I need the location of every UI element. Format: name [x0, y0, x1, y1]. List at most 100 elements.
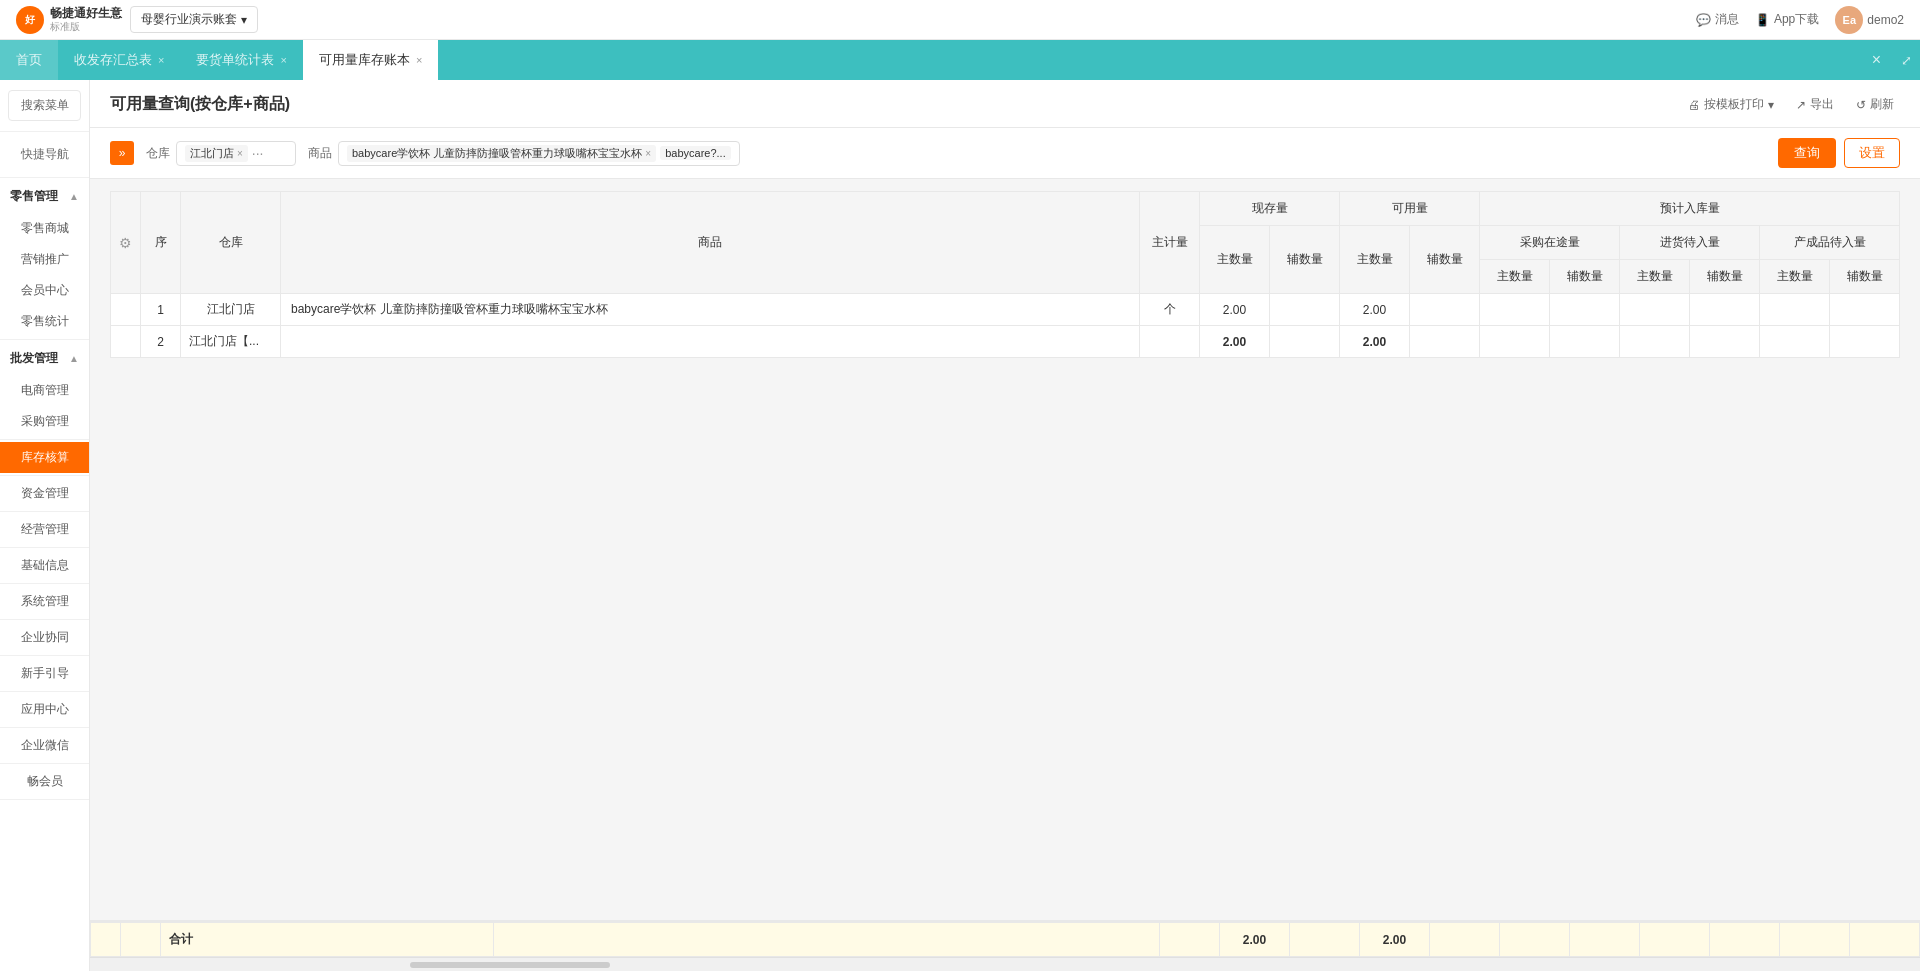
row1-num: 1	[141, 294, 181, 326]
footer-num-col	[121, 923, 161, 957]
row2-production-main	[1760, 326, 1830, 358]
page-title-row: 可用量查询(按仓库+商品) 🖨 按模板打印 ▾ ↗ 导出 ↺ 刷新	[110, 92, 1900, 127]
user-name: demo2	[1867, 13, 1904, 27]
close-inventory-tab[interactable]: ×	[416, 54, 422, 66]
sidebar-item-member2[interactable]: 畅会员	[0, 766, 89, 797]
sidebar-item-appstore[interactable]: 应用中心	[0, 694, 89, 725]
footer-settings-col	[91, 923, 121, 957]
th-inbound-aux: 辅数量	[1690, 260, 1760, 294]
th-main-unit: 主计量	[1140, 192, 1200, 294]
sidebar-item-online-store[interactable]: 零售商城	[0, 213, 89, 244]
sidebar-section-appstore: 应用中心	[0, 692, 89, 728]
table-wrapper: ⚙ 序 仓库 商品 主计量 现存量 可用量 预计入库量 主数量 辅数量 主数量	[90, 179, 1920, 920]
tab-home[interactable]: 首页	[0, 40, 58, 80]
footer-available-aux	[1430, 923, 1500, 957]
sidebar-item-wecom[interactable]: 企业微信	[0, 730, 89, 761]
sidebar-section-retail-header[interactable]: 零售管理 ▲	[0, 180, 89, 213]
print-icon: 🖨	[1688, 98, 1700, 112]
print-label: 按模板打印	[1704, 96, 1764, 113]
row2-purchase-main	[1480, 326, 1550, 358]
th-inbound-pending: 进货待入量	[1620, 226, 1760, 260]
row1-available-aux	[1410, 294, 1480, 326]
row1-settings	[111, 294, 141, 326]
app-download-label: App下载	[1774, 11, 1819, 28]
close-all-tabs-button[interactable]: ×	[1860, 40, 1893, 80]
filter-actions: 查询 设置	[1778, 138, 1900, 168]
query-button[interactable]: 查询	[1778, 138, 1836, 168]
warehouse-filter-input[interactable]: 江北门店 × ···	[176, 141, 296, 166]
sidebar-item-ecommerce[interactable]: 电商管理	[0, 375, 89, 406]
footer-current-main: 2.00	[1220, 923, 1290, 957]
horizontal-scrollbar[interactable]	[90, 957, 1920, 971]
sidebar-item-retail-stats[interactable]: 零售统计	[0, 306, 89, 337]
footer-label: 合计	[161, 923, 494, 957]
th-settings: ⚙	[111, 192, 141, 294]
sidebar-section-system: 系统管理	[0, 584, 89, 620]
remove-product-tag[interactable]: ×	[645, 148, 651, 159]
sidebar-section-wholesale-header[interactable]: 批发管理 ▲	[0, 342, 89, 375]
th-num: 序	[141, 192, 181, 294]
sidebar-item-base[interactable]: 基础信息	[0, 550, 89, 581]
remove-warehouse-tag[interactable]: ×	[237, 148, 243, 159]
sidebar-item-inventory[interactable]: 库存核算	[0, 442, 89, 473]
table-row: 1 江北门店 babycare学饮杯 儿童防摔防撞吸管杯重力球吸嘴杯宝宝水杯 个…	[111, 294, 1900, 326]
th-available-aux: 辅数量	[1410, 226, 1480, 294]
top-bar-right: 💬 消息 📱 App下载 Ea demo2	[1696, 6, 1904, 34]
sidebar-section-ops: 经营管理	[0, 512, 89, 548]
row1-warehouse: 江北门店	[181, 294, 281, 326]
th-current-aux: 辅数量	[1270, 226, 1340, 294]
logo-icon: 好	[16, 6, 44, 34]
row2-inbound-main	[1620, 326, 1690, 358]
export-button[interactable]: ↗ 导出	[1790, 92, 1840, 117]
refresh-button[interactable]: ↺ 刷新	[1850, 92, 1900, 117]
print-button[interactable]: 🖨 按模板打印 ▾	[1682, 92, 1780, 117]
warehouse-filter-group: 仓库 江北门店 × ···	[146, 141, 296, 166]
scrollbar-thumb[interactable]	[410, 962, 610, 968]
sidebar-item-quick-nav[interactable]: 快捷导航	[0, 138, 89, 171]
row1-inbound-aux	[1690, 294, 1760, 326]
search-menu-button[interactable]: 搜索菜单	[8, 90, 81, 121]
receipts-tab-label: 收发存汇总表	[74, 51, 152, 69]
row2-num: 2	[141, 326, 181, 358]
expand-tabs-button[interactable]: ⤢	[1893, 40, 1920, 80]
close-orders-tab[interactable]: ×	[280, 54, 286, 66]
sidebar-item-system[interactable]: 系统管理	[0, 586, 89, 617]
user-area[interactable]: Ea demo2	[1835, 6, 1904, 34]
th-available-qty: 可用量	[1340, 192, 1480, 226]
app-download-button[interactable]: 📱 App下载	[1755, 11, 1819, 28]
close-receipts-tab[interactable]: ×	[158, 54, 164, 66]
tab-inventory[interactable]: 可用量库存账本 ×	[303, 40, 438, 80]
sidebar-item-purchase[interactable]: 采购管理	[0, 406, 89, 437]
sidebar-item-finance[interactable]: 资金管理	[0, 478, 89, 509]
product-tag-text: babycare学饮杯 儿童防摔防撞吸管杯重力球吸嘴杯宝宝水杯	[352, 146, 642, 161]
row2-available-aux	[1410, 326, 1480, 358]
row1-inbound-main	[1620, 294, 1690, 326]
sidebar-item-ops[interactable]: 经营管理	[0, 514, 89, 545]
industry-selector[interactable]: 母婴行业演示账套 ▾	[130, 6, 258, 33]
product-filter-label: 商品	[308, 145, 332, 162]
setting-button[interactable]: 设置	[1844, 138, 1900, 168]
sidebar-item-collab[interactable]: 企业协同	[0, 622, 89, 653]
page-header: 可用量查询(按仓库+商品) 🖨 按模板打印 ▾ ↗ 导出 ↺ 刷新	[90, 80, 1920, 128]
tab-receipts[interactable]: 收发存汇总表 ×	[58, 40, 180, 80]
sidebar-item-newbie[interactable]: 新手引导	[0, 658, 89, 689]
warehouse-more-options[interactable]: ···	[252, 145, 264, 161]
row1-current-main: 2.00	[1200, 294, 1270, 326]
product-tag2-text: babycare?...	[665, 147, 726, 159]
filter-toggle-button[interactable]: »	[110, 141, 134, 165]
message-button[interactable]: 💬 消息	[1696, 11, 1739, 28]
industry-label: 母婴行业演示账套	[141, 11, 237, 28]
avatar: Ea	[1835, 6, 1863, 34]
sidebar-item-marketing[interactable]: 营销推广	[0, 244, 89, 275]
home-tab-label: 首页	[16, 51, 42, 69]
content-area: 可用量查询(按仓库+商品) 🖨 按模板打印 ▾ ↗ 导出 ↺ 刷新	[90, 80, 1920, 971]
top-bar: 好 畅捷通好生意 标准版 母婴行业演示账套 ▾ 💬 消息 📱 App下载 Ea …	[0, 0, 1920, 40]
table-settings-gear-icon[interactable]: ⚙	[119, 235, 132, 251]
row2-current-main: 2.00	[1200, 326, 1270, 358]
product-filter-input[interactable]: babycare学饮杯 儿童防摔防撞吸管杯重力球吸嘴杯宝宝水杯 × babyca…	[338, 141, 740, 166]
sidebar-item-member[interactable]: 会员中心	[0, 275, 89, 306]
footer-production-main	[1780, 923, 1850, 957]
tab-orders[interactable]: 要货单统计表 ×	[180, 40, 302, 80]
page-actions: 🖨 按模板打印 ▾ ↗ 导出 ↺ 刷新	[1682, 92, 1900, 117]
logo-text-area: 畅捷通好生意 标准版	[50, 6, 122, 32]
